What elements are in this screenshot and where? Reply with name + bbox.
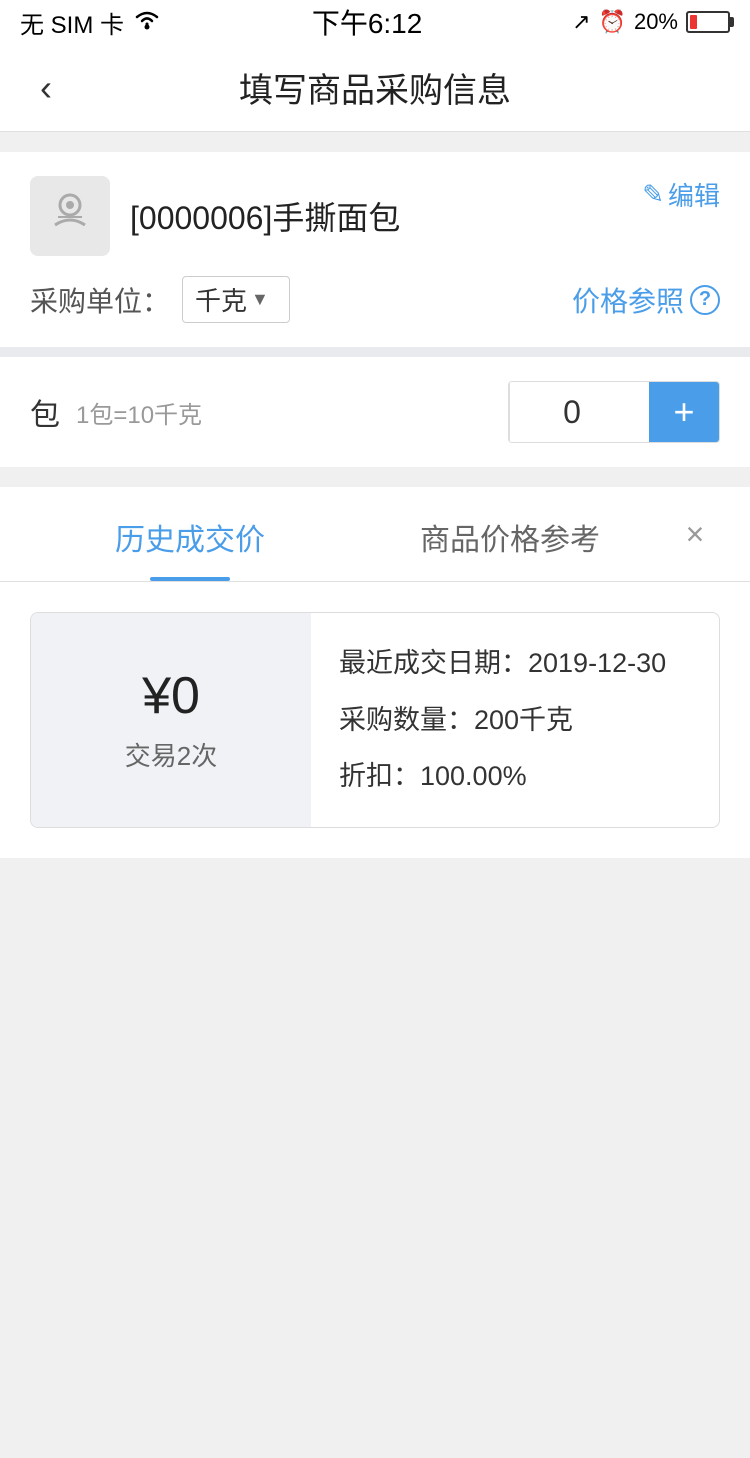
tab-price-ref-label: 商品价格参考 (420, 524, 600, 557)
carrier-text: 无 SIM 卡 (20, 5, 124, 40)
product-logo (30, 176, 110, 256)
product-header: [0000006]手撕面包 ✎ 编辑 (30, 176, 720, 256)
history-trade-count: 交易2次 (125, 736, 217, 773)
quantity-row: 包 1包=10千克 + (0, 357, 750, 467)
quantity-hint: 1包=10千克 (76, 395, 202, 430)
tab-history-label: 历史成交价 (115, 524, 265, 557)
unit-arrow: ▼ (251, 289, 269, 310)
tab-price-ref[interactable]: 商品价格参考 (350, 487, 670, 581)
edit-label: 编辑 (668, 176, 720, 213)
edit-icon: ✎ (642, 179, 664, 210)
product-card: [0000006]手撕面包 ✎ 编辑 采购单位： 千克 ▼ 价格参照 ? (0, 152, 750, 347)
history-card-left: ¥0 交易2次 (31, 613, 311, 827)
unit-value: 千克 (195, 281, 247, 318)
bottom-area (0, 858, 750, 1458)
unit-label-text: 采购单位： (30, 280, 170, 320)
tabs-header: 历史成交价 商品价格参考 × (0, 487, 750, 582)
unit-select[interactable]: 千克 ▼ (182, 276, 290, 323)
nav-bar: ‹ 填写商品采购信息 (0, 44, 750, 132)
battery-percent: 20% (634, 9, 678, 35)
history-price: ¥0 (142, 666, 200, 726)
battery-icon (686, 11, 730, 33)
unit-label: 采购单位： 千克 ▼ (30, 276, 290, 323)
price-ref-label: 价格参照 (572, 280, 684, 320)
purchase-qty-value: 200千克 (474, 705, 573, 735)
page-title: 填写商品采购信息 (239, 63, 511, 112)
quantity-controls: + (508, 381, 720, 443)
product-meta: 采购单位： 千克 ▼ 价格参照 ? (30, 276, 720, 323)
discount-label: 折扣： (339, 761, 420, 791)
purchase-qty-label: 采购数量： (339, 705, 474, 735)
divider (0, 347, 750, 357)
price-ref-icon: ? (690, 285, 720, 315)
status-bar: 无 SIM 卡 下午6:12 ↗ ⏰ 20% (0, 0, 750, 44)
quantity-input[interactable] (509, 382, 649, 442)
wifi-icon (132, 8, 162, 37)
history-discount-row: 折扣：100.00% (339, 756, 691, 797)
status-left: 无 SIM 卡 (20, 5, 162, 40)
discount-value: 100.00% (420, 761, 527, 791)
history-card: ¥0 交易2次 最近成交日期：2019-12-30 采购数量：200千克 折扣：… (30, 612, 720, 828)
history-purchase-qty-row: 采购数量：200千克 (339, 700, 691, 741)
quantity-unit: 包 (30, 390, 60, 434)
status-right: ↗ ⏰ 20% (572, 9, 730, 35)
history-card-right: 最近成交日期：2019-12-30 采购数量：200千克 折扣：100.00% (311, 613, 719, 827)
logo-text (40, 183, 100, 249)
recent-date-value: 2019-12-30 (528, 648, 666, 678)
price-ref-button[interactable]: 价格参照 ? (572, 280, 720, 320)
quantity-plus-button[interactable]: + (649, 382, 719, 442)
alarm-icon: ⏰ (599, 9, 626, 35)
recent-date-label: 最近成交日期： (339, 648, 528, 678)
status-time: 下午6:12 (312, 2, 423, 42)
product-left: [0000006]手撕面包 (30, 176, 400, 256)
tab-history-price[interactable]: 历史成交价 (30, 487, 350, 581)
product-name: [0000006]手撕面包 (130, 193, 400, 239)
quantity-left: 包 1包=10千克 (30, 390, 202, 434)
history-recent-date-row: 最近成交日期：2019-12-30 (339, 643, 691, 684)
back-button[interactable]: ‹ (30, 57, 62, 119)
tabs-container: 历史成交价 商品价格参考 × ¥0 交易2次 最近成交日期：2019-12-30… (0, 487, 750, 858)
history-content: ¥0 交易2次 最近成交日期：2019-12-30 采购数量：200千克 折扣：… (0, 582, 750, 858)
edit-button[interactable]: ✎ 编辑 (642, 176, 720, 213)
location-icon: ↗ (572, 9, 590, 35)
tab-close-button[interactable]: × (670, 509, 720, 559)
